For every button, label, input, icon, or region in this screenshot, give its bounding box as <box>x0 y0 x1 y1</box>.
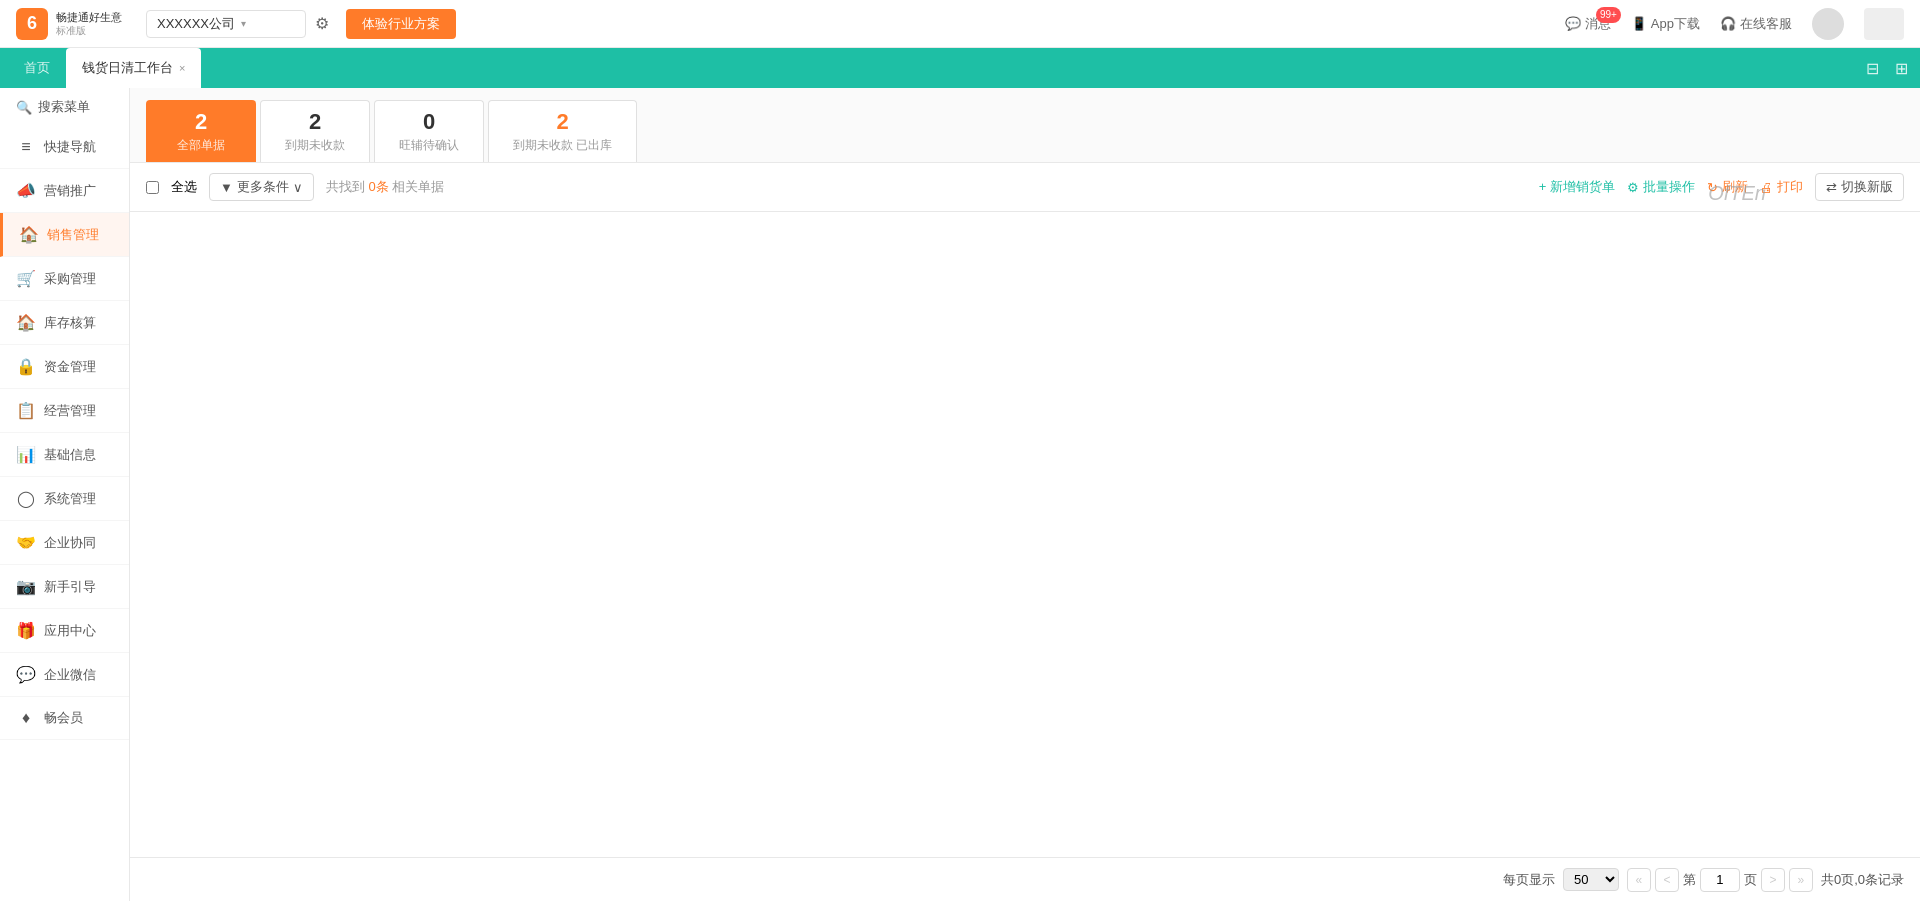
page-size-select[interactable]: 50 20 100 <box>1563 868 1619 891</box>
sidebar-item-app-center[interactable]: 🎁 应用中心 <box>0 609 129 653</box>
sidebar-item-system-mgmt[interactable]: ◯ 系统管理 <box>0 477 129 521</box>
top-header: 6 畅捷通好生意 标准版 XXXXXX公司 ▾ ⚙ 体验行业方案 💬 消息 99… <box>0 0 1920 48</box>
last-page-button[interactable]: » <box>1789 868 1813 892</box>
company-selector[interactable]: XXXXXX公司 ▾ <box>146 10 306 38</box>
capital-icon: 🔒 <box>16 357 36 376</box>
download-icon: 📱 <box>1631 16 1647 31</box>
found-text: 共找到 0条 相关单据 <box>326 178 444 196</box>
messages-button[interactable]: 💬 消息 99+ <box>1565 15 1611 33</box>
stat-tab-overdue-uncollected[interactable]: 2 到期未收款 <box>260 100 370 162</box>
filter-arrow-icon: ∨ <box>293 180 303 195</box>
main-layout: 🔍 搜索菜单 ≡ 快捷导航 📣 营销推广 🏠 销售管理 🛒 采购管理 🏠 库存核… <box>0 88 1920 901</box>
service-icon: 🎧 <box>1720 16 1736 31</box>
member-icon: ♦ <box>16 709 36 727</box>
app-center-icon: 🎁 <box>16 621 36 640</box>
sidebar-item-enterprise-wechat[interactable]: 💬 企业微信 <box>0 653 129 697</box>
sidebar-item-capital-mgmt[interactable]: 🔒 资金管理 <box>0 345 129 389</box>
page-size-label: 每页显示 <box>1503 871 1555 889</box>
system-icon: ◯ <box>16 489 36 508</box>
page-number-input[interactable] <box>1700 868 1740 892</box>
search-icon: 🔍 <box>16 100 32 115</box>
logo-icon: 6 <box>16 8 48 40</box>
sidebar-item-inventory[interactable]: 🏠 库存核算 <box>0 301 129 345</box>
print-icon: 🖨 <box>1760 180 1773 195</box>
purchase-icon: 🛒 <box>16 269 36 288</box>
logo-text: 畅捷通好生意 标准版 <box>56 10 122 37</box>
sidebar: 🔍 搜索菜单 ≡ 快捷导航 📣 营销推广 🏠 销售管理 🛒 采购管理 🏠 库存核… <box>0 88 130 901</box>
sidebar-item-member[interactable]: ♦ 畅会员 <box>0 697 129 740</box>
operation-icon: 📋 <box>16 401 36 420</box>
logo-area: 6 畅捷通好生意 标准版 <box>16 8 146 40</box>
message-icon: 💬 <box>1565 16 1581 31</box>
sidebar-item-quick-nav[interactable]: ≡ 快捷导航 <box>0 126 129 169</box>
guide-icon: 📷 <box>16 577 36 596</box>
sales-icon: 🏠 <box>19 225 39 244</box>
tab-bar-right: ⊟ ⊞ <box>1862 55 1912 82</box>
chevron-down-icon: ▾ <box>241 18 246 29</box>
found-count: 0条 <box>369 179 389 194</box>
sidebar-item-marketing[interactable]: 📣 营销推广 <box>0 169 129 213</box>
content-inner: 2 全部单据 2 到期未收款 0 旺辅待确认 2 到期未收款 已出库 <box>130 88 1920 901</box>
stat-tab-all[interactable]: 2 全部单据 <box>146 100 256 162</box>
select-all-checkbox[interactable] <box>146 181 159 194</box>
minimize-button[interactable]: ⊟ <box>1862 55 1883 82</box>
gear-icon: ⚙ <box>315 14 329 33</box>
total-info: 共0页,0条记录 <box>1821 871 1904 889</box>
sidebar-item-purchase-mgmt[interactable]: 🛒 采购管理 <box>0 257 129 301</box>
table-area <box>130 212 1920 857</box>
print-button[interactable]: 🖨 打印 <box>1760 178 1803 196</box>
settings-button[interactable]: ⚙ <box>306 8 338 40</box>
stats-tabs: 2 全部单据 2 到期未收款 0 旺辅待确认 2 到期未收款 已出库 <box>130 88 1920 163</box>
wechat-icon: 💬 <box>16 665 36 684</box>
sidebar-search[interactable]: 🔍 搜索菜单 <box>0 88 129 126</box>
basic-info-icon: 📊 <box>16 445 36 464</box>
header-right: 💬 消息 99+ 📱 App下载 🎧 在线客服 <box>1565 8 1904 40</box>
tab-home[interactable]: 首页 <box>8 48 66 88</box>
batch-op-icon: ⚙ <box>1627 180 1639 195</box>
messages-badge: 99+ <box>1596 7 1621 23</box>
switch-icon: ⇄ <box>1826 180 1837 195</box>
quick-nav-icon: ≡ <box>16 138 36 156</box>
filter-icon: ▼ <box>220 180 233 195</box>
switch-version-button[interactable]: ⇄ 切换新版 <box>1815 173 1904 201</box>
avatar[interactable] <box>1812 8 1844 40</box>
sidebar-item-sales-mgmt[interactable]: 🏠 销售管理 <box>0 213 129 257</box>
enterprise-icon: 🤝 <box>16 533 36 552</box>
app-download-button[interactable]: 📱 App下载 <box>1631 15 1700 33</box>
sidebar-item-enterprise-coop[interactable]: 🤝 企业协同 <box>0 521 129 565</box>
toolbar-right: + 新增销货单 ⚙ 批量操作 ↻ 刷新 🖨 打印 ⇄ <box>1539 173 1904 201</box>
filter-button[interactable]: ▼ 更多条件 ∨ <box>209 173 314 201</box>
next-page-button[interactable]: > <box>1761 868 1785 892</box>
refresh-button[interactable]: ↻ 刷新 <box>1707 178 1748 196</box>
sidebar-item-operation-mgmt[interactable]: 📋 经营管理 <box>0 389 129 433</box>
stat-tab-overdue-unshipped[interactable]: 2 到期未收款 已出库 <box>488 100 637 162</box>
footer: 每页显示 50 20 100 « < 第 页 > » 共0页,0条记录 <box>130 857 1920 901</box>
sidebar-item-basic-info[interactable]: 📊 基础信息 <box>0 433 129 477</box>
toolbar: 全选 ▼ 更多条件 ∨ 共找到 0条 相关单据 + 新增销货单 ⚙ <box>130 163 1920 212</box>
refresh-icon: ↻ <box>1707 180 1718 195</box>
prev-page-button[interactable]: < <box>1655 868 1679 892</box>
batch-op-button[interactable]: ⚙ 批量操作 <box>1627 178 1695 196</box>
pagination: « < 第 页 > » <box>1627 868 1813 892</box>
first-page-button[interactable]: « <box>1627 868 1651 892</box>
select-all-label: 全选 <box>171 178 197 196</box>
inventory-icon: 🏠 <box>16 313 36 332</box>
content-area: 2 全部单据 2 到期未收款 0 旺辅待确认 2 到期未收款 已出库 <box>130 88 1920 901</box>
maximize-button[interactable]: ⊞ <box>1891 55 1912 82</box>
close-tab-icon[interactable]: × <box>179 62 185 74</box>
new-sale-button[interactable]: + 新增销货单 <box>1539 178 1615 196</box>
experience-button[interactable]: 体验行业方案 <box>346 9 456 39</box>
user-menu[interactable] <box>1864 8 1904 40</box>
tab-bar: 首页 钱货日清工作台 × ⊟ ⊞ <box>0 48 1920 88</box>
marketing-icon: 📣 <box>16 181 36 200</box>
stat-tab-wangwang-pending[interactable]: 0 旺辅待确认 <box>374 100 484 162</box>
online-service-button[interactable]: 🎧 在线客服 <box>1720 15 1792 33</box>
tab-qianhuoricheng[interactable]: 钱货日清工作台 × <box>66 48 201 88</box>
sidebar-item-new-guide[interactable]: 📷 新手引导 <box>0 565 129 609</box>
